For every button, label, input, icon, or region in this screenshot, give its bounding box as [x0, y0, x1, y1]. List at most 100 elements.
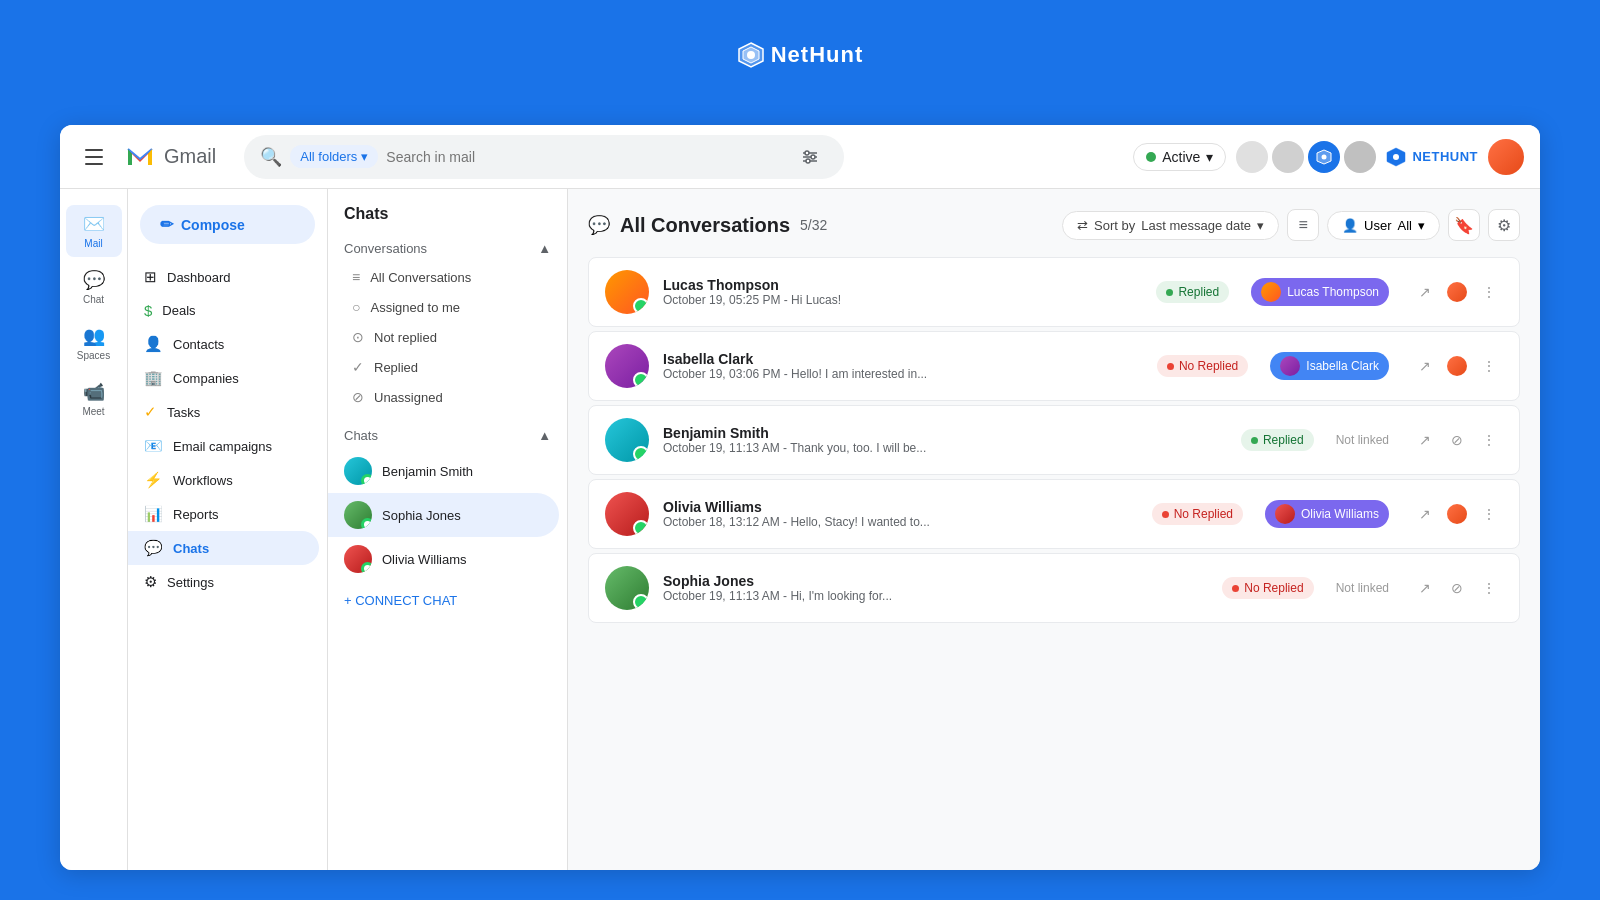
unassign-button-benjamin[interactable]: ⊘ [1443, 426, 1471, 454]
chevron-down-icon: ▾ [361, 149, 368, 164]
sort-order-icon: ≡ [1298, 216, 1307, 234]
conversation-row-lucas[interactable]: Lucas Thompson October 19, 05:25 PM - Hi… [588, 257, 1520, 327]
filter-button[interactable] [792, 139, 828, 175]
whatsapp-badge-isabella [633, 372, 649, 388]
filter-unassigned[interactable]: ⊘ Unassigned [328, 382, 567, 412]
forward-button-sophia[interactable]: ↗ [1411, 574, 1439, 602]
main-content: 💬 All Conversations 5/32 ⇄ Sort by Last … [568, 189, 1540, 870]
more-options-button-benjamin[interactable]: ⋮ [1475, 426, 1503, 454]
status-pill-sophia: No Replied [1222, 577, 1313, 599]
nethunt-toolbar-brand[interactable]: NETHUNT [1386, 147, 1478, 167]
gear-icon: ⚙ [1497, 216, 1511, 235]
forward-button-olivia[interactable]: ↗ [1411, 500, 1439, 528]
sidebar-item-email-campaigns[interactable]: 📧 Email campaigns [128, 429, 319, 463]
status-pill-olivia: No Replied [1152, 503, 1243, 525]
nav-item-mail[interactable]: ✉️ Mail [66, 205, 122, 257]
filter-assigned-to-me[interactable]: ○ Assigned to me [328, 292, 567, 322]
conversations-section-header[interactable]: Conversations ▲ [328, 235, 567, 262]
replied-icon: ✓ [352, 359, 364, 375]
linked-pill-lucas: Lucas Thompson [1251, 278, 1389, 306]
status-pill-isabella: No Replied [1157, 355, 1248, 377]
nav-item-meet[interactable]: 📹 Meet [66, 373, 122, 425]
conversation-list: Lucas Thompson October 19, 05:25 PM - Hi… [588, 257, 1520, 623]
conv-status-lucas: Replied [1156, 281, 1229, 303]
sort-order-button[interactable]: ≡ [1287, 209, 1319, 241]
more-options-button-olivia[interactable]: ⋮ [1475, 500, 1503, 528]
user-avatar[interactable] [1488, 139, 1524, 175]
chat-contact-sophia[interactable]: Sophia Jones [328, 493, 559, 537]
sidebar-item-contacts[interactable]: 👤 Contacts [128, 327, 319, 361]
conv-info-lucas: Lucas Thompson October 19, 05:25 PM - Hi… [663, 277, 1142, 307]
avatar-btn-olivia[interactable] [1443, 500, 1471, 528]
filter-all-conversations[interactable]: ≡ All Conversations [328, 262, 567, 292]
nav-item-spaces[interactable]: 👥 Spaces [66, 317, 122, 369]
sort-value: Last message date [1141, 218, 1251, 233]
chat-contact-olivia[interactable]: Olivia Williams [328, 537, 559, 581]
svg-point-13 [1393, 154, 1399, 160]
meet-icon: 📹 [83, 381, 105, 403]
user-filter[interactable]: 👤 User All ▾ [1327, 211, 1440, 240]
forward-button-lucas[interactable]: ↗ [1411, 278, 1439, 306]
avatar-btn-isabella[interactable] [1443, 352, 1471, 380]
sidebar-item-reports[interactable]: 📊 Reports [128, 497, 319, 531]
whatsapp-badge-benjamin [633, 446, 649, 462]
sidebar-item-companies[interactable]: 🏢 Companies [128, 361, 319, 395]
sidebar-item-chats[interactable]: 💬 Chats [128, 531, 319, 565]
more-options-button-lucas[interactable]: ⋮ [1475, 278, 1503, 306]
nav-item-chat[interactable]: 💬 Chat [66, 261, 122, 313]
sidebar-item-settings[interactable]: ⚙ Settings [128, 565, 319, 599]
chevron-conversations-icon: ▲ [538, 241, 551, 256]
user-filter-icon: 👤 [1342, 218, 1358, 233]
avatar-isabella [605, 344, 649, 388]
sidebar-item-workflows[interactable]: ⚡ Workflows [128, 463, 319, 497]
forward-button-isabella[interactable]: ↗ [1411, 352, 1439, 380]
connect-chat-button[interactable]: + CONNECT CHAT [328, 581, 567, 620]
more-options-button-isabella[interactable]: ⋮ [1475, 352, 1503, 380]
avatar-benjamin [605, 418, 649, 462]
conv-name-sophia: Sophia Jones [663, 573, 1208, 589]
forward-button-benjamin[interactable]: ↗ [1411, 426, 1439, 454]
gmail-brand: Gmail [124, 141, 216, 173]
chat-contact-benjamin[interactable]: Benjamin Smith [328, 449, 559, 493]
email-campaigns-icon: 📧 [144, 437, 163, 455]
folder-selector[interactable]: All folders ▾ [290, 145, 378, 168]
filter-not-replied[interactable]: ⊙ Not replied [328, 322, 567, 352]
svg-point-9 [806, 159, 810, 163]
bookmark-button[interactable]: 🔖 [1448, 209, 1480, 241]
avatar-sophia [605, 566, 649, 610]
filter-replied[interactable]: ✓ Replied [328, 352, 567, 382]
search-input[interactable] [386, 149, 784, 165]
conversation-row-sophia[interactable]: Sophia Jones October 19, 11:13 AM - Hi, … [588, 553, 1520, 623]
status-dot-olivia [1162, 511, 1169, 518]
svg-point-7 [805, 151, 809, 155]
conv-info-isabella: Isabella Clark October 19, 03:06 PM - He… [663, 351, 1143, 381]
chats-panel-header: Chats [328, 189, 567, 231]
hamburger-button[interactable] [76, 139, 112, 175]
compose-button[interactable]: ✏ Compose [140, 205, 315, 244]
unassign-button-sophia[interactable]: ⊘ [1443, 574, 1471, 602]
active-status-badge[interactable]: Active ▾ [1133, 143, 1226, 171]
conv-status-sophia: No Replied [1222, 577, 1313, 599]
avatar-btn-lucas[interactable] [1443, 278, 1471, 306]
sidebar-item-dashboard[interactable]: ⊞ Dashboard [128, 260, 319, 294]
conversation-row-benjamin[interactable]: Benjamin Smith October 19, 11:13 AM - Th… [588, 405, 1520, 475]
conv-info-benjamin: Benjamin Smith October 19, 11:13 AM - Th… [663, 425, 1227, 455]
search-bar: 🔍 All folders ▾ [244, 135, 844, 179]
conversation-row-isabella[interactable]: Isabella Clark October 19, 03:06 PM - He… [588, 331, 1520, 401]
more-options-button-sophia[interactable]: ⋮ [1475, 574, 1503, 602]
sidebar-item-deals[interactable]: $ Deals [128, 294, 319, 327]
conv-info-olivia: Olivia Williams October 18, 13:12 AM - H… [663, 499, 1138, 529]
conv-linked-sophia: Not linked [1336, 581, 1389, 595]
bookmark-icon: 🔖 [1454, 216, 1474, 235]
gmail-label: Gmail [164, 145, 216, 168]
deals-icon: $ [144, 302, 152, 319]
conversations-header: 💬 All Conversations 5/32 ⇄ Sort by Last … [588, 209, 1520, 241]
conversation-row-olivia[interactable]: Olivia Williams October 18, 13:12 AM - H… [588, 479, 1520, 549]
settings-gear-button[interactable]: ⚙ [1488, 209, 1520, 241]
sidebar-item-tasks[interactable]: ✓ Tasks [128, 395, 319, 429]
sort-button[interactable]: ⇄ Sort by Last message date ▾ [1062, 211, 1279, 240]
whatsapp-badge-benjamin [361, 474, 372, 485]
conversations-icon: 💬 [588, 214, 610, 236]
conv-name-isabella: Isabella Clark [663, 351, 1143, 367]
avatar-2 [1272, 141, 1304, 173]
